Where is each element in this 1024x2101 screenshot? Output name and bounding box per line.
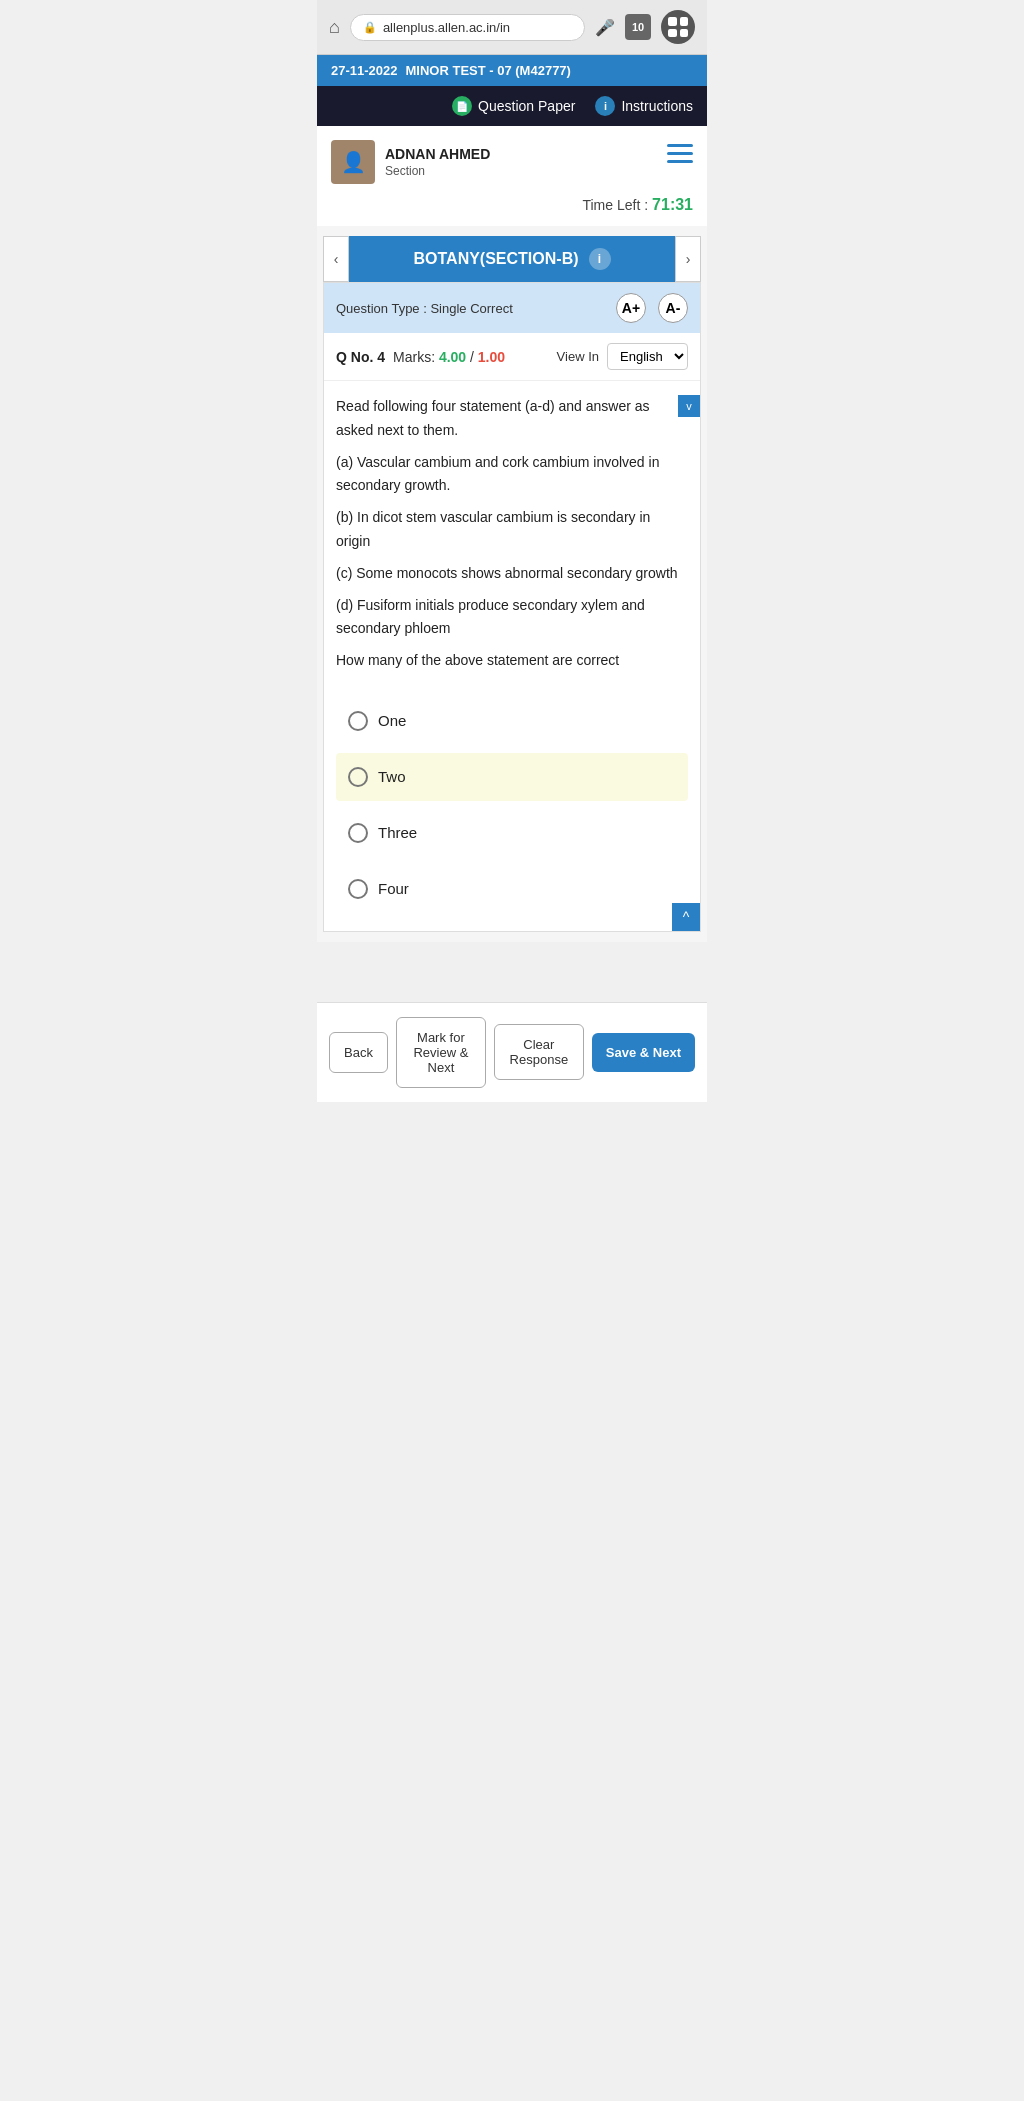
user-info: ADNAN AHMED Section	[385, 146, 490, 178]
main-content: ‹ BOTANY(SECTION-B) i › Question Type : …	[317, 226, 707, 942]
clear-response-button[interactable]: Clear Response	[494, 1024, 584, 1080]
user-left: 👤 ADNAN AHMED Section	[331, 140, 490, 184]
option-four-radio[interactable]	[348, 879, 368, 899]
nav-bar: 📄 Question Paper i Instructions	[317, 86, 707, 126]
back-button[interactable]: Back	[329, 1032, 388, 1073]
positive-marks: 4.00	[439, 349, 466, 365]
section-prev-button[interactable]: ‹	[323, 236, 349, 282]
mic-icon[interactable]: 🎤	[595, 18, 615, 37]
section-label: Section	[385, 164, 490, 178]
question-line-3: (b) In dicot stem vascular cambium is se…	[336, 506, 688, 554]
question-text: v Read following four statement (a-d) an…	[324, 381, 700, 687]
section-header-row: ‹ BOTANY(SECTION-B) i ›	[323, 236, 701, 282]
header-test-name: MINOR TEST - 07 (M42777)	[406, 63, 571, 78]
options-container: One Two Three Four ^	[324, 687, 700, 931]
user-name: ADNAN AHMED	[385, 146, 490, 162]
view-in-label: View In	[557, 349, 599, 364]
question-line-5: (d) Fusiform initials produce secondary …	[336, 594, 688, 642]
tab-count[interactable]: 10	[625, 14, 651, 40]
url-text: allenplus.allen.ac.in/in	[383, 20, 510, 35]
language-select[interactable]: English Hindi	[607, 343, 688, 370]
section-info-icon[interactable]: i	[589, 248, 611, 270]
lock-icon: 🔒	[363, 21, 377, 34]
user-section: 👤 ADNAN AHMED Section	[317, 126, 707, 192]
question-type-label: Question Type : Single Correct	[336, 301, 604, 316]
option-two[interactable]: Two	[336, 753, 688, 801]
option-two-radio[interactable]	[348, 767, 368, 787]
question-paper-icon: 📄	[452, 96, 472, 116]
option-one-label: One	[378, 712, 406, 729]
option-three-label: Three	[378, 824, 417, 841]
instructions-icon: i	[595, 96, 615, 116]
option-two-label: Two	[378, 768, 406, 785]
section-title: BOTANY(SECTION-B)	[413, 250, 578, 268]
question-number: Q No. 4	[336, 349, 385, 365]
question-line-1: Read following four statement (a-d) and …	[336, 395, 688, 443]
apps-icon[interactable]	[661, 10, 695, 44]
header-date: 27-11-2022	[331, 63, 398, 78]
option-one[interactable]: One	[336, 697, 688, 745]
question-paper-nav[interactable]: 📄 Question Paper	[452, 96, 575, 116]
avatar: 👤	[331, 140, 375, 184]
instructions-label: Instructions	[621, 98, 693, 114]
instructions-nav[interactable]: i Instructions	[595, 96, 693, 116]
section-title-bar: BOTANY(SECTION-B) i	[349, 236, 675, 282]
url-bar[interactable]: 🔒 allenplus.allen.ac.in/in	[350, 14, 585, 41]
chevron-right-icon: ›	[686, 251, 691, 267]
home-icon[interactable]: ⌂	[329, 17, 340, 38]
option-three-radio[interactable]	[348, 823, 368, 843]
question-line-2: (a) Vascular cambium and cork cambium in…	[336, 451, 688, 499]
timer-row: Time Left : 71:31	[317, 192, 707, 226]
time-left-label: Time Left :	[582, 197, 648, 213]
font-increase-button[interactable]: A+	[616, 293, 646, 323]
marks-label: Marks: 4.00 / 1.00	[393, 349, 505, 365]
question-line-6: How many of the above statement are corr…	[336, 649, 688, 673]
mark-review-button[interactable]: Mark for Review & Next	[396, 1017, 486, 1088]
scroll-indicator[interactable]: v	[678, 395, 700, 417]
question-meta-bar: Q No. 4 Marks: 4.00 / 1.00 View In Engli…	[324, 333, 700, 381]
question-line-4: (c) Some monocots shows abnormal seconda…	[336, 562, 688, 586]
scroll-up-button[interactable]: ^	[672, 903, 700, 931]
option-three[interactable]: Three	[336, 809, 688, 857]
option-four-label: Four	[378, 880, 409, 897]
chevron-left-icon: ‹	[334, 251, 339, 267]
browser-bar: ⌂ 🔒 allenplus.allen.ac.in/in 🎤 10	[317, 0, 707, 55]
save-next-button[interactable]: Save & Next	[592, 1033, 695, 1072]
timer-value: 71:31	[652, 196, 693, 214]
section-next-button[interactable]: ›	[675, 236, 701, 282]
menu-button[interactable]	[667, 144, 693, 163]
option-one-radio[interactable]	[348, 711, 368, 731]
question-paper-label: Question Paper	[478, 98, 575, 114]
question-panel: Question Type : Single Correct A+ A- Q N…	[323, 282, 701, 932]
bottom-action-bar: Back Mark for Review & Next Clear Respon…	[317, 1002, 707, 1102]
header-bar: 27-11-2022 MINOR TEST - 07 (M42777)	[317, 55, 707, 86]
option-four[interactable]: Four	[336, 865, 688, 913]
font-decrease-button[interactable]: A-	[658, 293, 688, 323]
question-type-bar: Question Type : Single Correct A+ A-	[324, 283, 700, 333]
negative-marks: 1.00	[478, 349, 505, 365]
